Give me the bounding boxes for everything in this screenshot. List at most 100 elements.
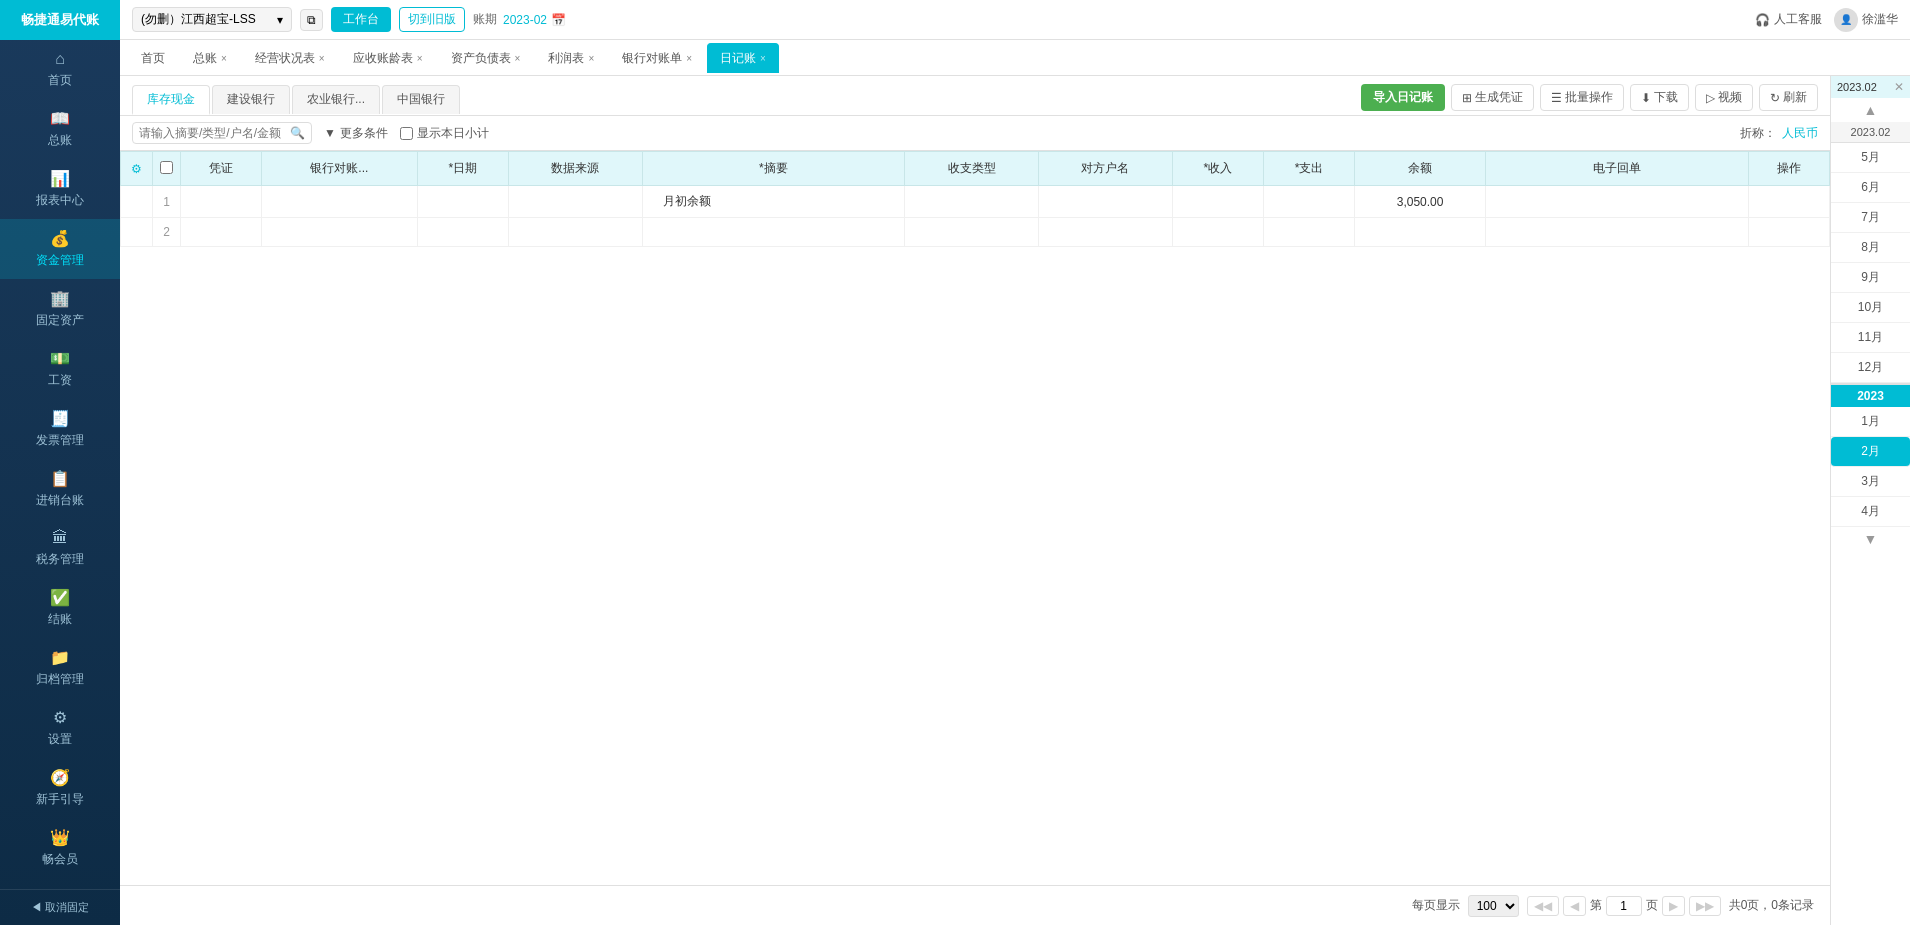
calendar-scroll-down[interactable]: ▼ — [1831, 527, 1910, 551]
sidebar-item-home[interactable]: ⌂ 首页 — [0, 40, 120, 99]
close-tab-status[interactable]: × — [319, 53, 325, 64]
generate-voucher-button[interactable]: ⊞ 生成凭证 — [1451, 84, 1534, 111]
calendar-scroll-up[interactable]: ▲ — [1831, 98, 1910, 122]
close-tab-profit[interactable]: × — [588, 53, 594, 64]
page-nav: ◀◀ ◀ 第 页 ▶ ▶▶ — [1527, 896, 1721, 916]
unpin-sidebar[interactable]: ◀ 取消固定 — [0, 889, 120, 925]
sidebar-item-ledger[interactable]: 📖 总账 — [0, 99, 120, 159]
calendar-icon: 📅 — [551, 13, 566, 27]
cal-month-9[interactable]: 9月 — [1831, 263, 1910, 293]
select-all-checkbox[interactable] — [160, 161, 173, 174]
sidebar-item-assets[interactable]: 🏢 固定资产 — [0, 279, 120, 339]
close-tab-assets[interactable]: × — [515, 53, 521, 64]
bank-tab-ccb[interactable]: 建设银行 — [212, 85, 290, 114]
sidebar-item-invoice[interactable]: 🧾 发票管理 — [0, 399, 120, 459]
cal-month-11[interactable]: 11月 — [1831, 323, 1910, 353]
switch-version-button[interactable]: 切到旧版 — [399, 7, 465, 32]
bank-tab-boc[interactable]: 中国银行 — [382, 85, 460, 114]
avatar: 👤 — [1834, 8, 1858, 32]
tab-diary[interactable]: 日记账 × — [707, 43, 779, 73]
sidebar-item-sales[interactable]: 📋 进销台账 — [0, 459, 120, 519]
page-number-input[interactable] — [1606, 896, 1642, 916]
close-tab-ledger[interactable]: × — [221, 53, 227, 64]
tab-assets[interactable]: 资产负债表 × — [438, 43, 534, 73]
close-calendar-icon[interactable]: ✕ — [1894, 80, 1904, 94]
cal-month-3[interactable]: 3月 — [1831, 467, 1910, 497]
pagination-bar: 每页显示 100 50 200 ◀◀ ◀ 第 页 ▶ ▶▶ 共0页，0条记录 — [120, 885, 1830, 925]
diary-table-container: ⚙ 凭证 银行对账... *日期 数据来源 *摘要 收支类型 对方户名 — [120, 151, 1830, 885]
tab-bankbook[interactable]: 银行对账单 × — [609, 43, 705, 73]
tab-status[interactable]: 经营状况表 × — [242, 43, 338, 73]
cal-month-4[interactable]: 4月 — [1831, 497, 1910, 527]
sidebar-item-settle[interactable]: ✅ 结账 — [0, 578, 120, 638]
tab-ledger[interactable]: 总账 × — [180, 43, 240, 73]
row-expense-cell — [1263, 186, 1354, 218]
first-page-button[interactable]: ◀◀ — [1527, 896, 1559, 916]
row-settings-cell — [121, 218, 153, 247]
sidebar-item-archive[interactable]: 📁 归档管理 — [0, 638, 120, 698]
tab-receivable[interactable]: 应收账龄表 × — [340, 43, 436, 73]
col-date: *日期 — [417, 152, 508, 186]
cal-month-5[interactable]: 5月 — [1831, 143, 1910, 173]
cal-month-7[interactable]: 7月 — [1831, 203, 1910, 233]
assets-icon: 🏢 — [50, 289, 70, 308]
show-daily-checkbox-label[interactable]: 显示本日小计 — [400, 125, 489, 142]
batch-operation-button[interactable]: ☰ 批量操作 — [1540, 84, 1624, 111]
sidebar-item-fund[interactable]: 💰 资金管理 — [0, 219, 120, 279]
cal-month-2[interactable]: 2月 — [1831, 437, 1910, 467]
archive-icon: 📁 — [50, 648, 70, 667]
sidebar-item-salary[interactable]: 💵 工资 — [0, 339, 120, 399]
user-menu[interactable]: 👤 徐滥华 — [1834, 8, 1898, 32]
cal-month-10[interactable]: 10月 — [1831, 293, 1910, 323]
col-bank-match: 银行对账... — [262, 152, 418, 186]
cal-month-6[interactable]: 6月 — [1831, 173, 1910, 203]
row-counterparty-cell — [1039, 218, 1173, 247]
diary-table: ⚙ 凭证 银行对账... *日期 数据来源 *摘要 收支类型 对方户名 — [120, 151, 1830, 247]
cal-year-divider: 2023 — [1831, 383, 1910, 407]
row-bank-match-cell — [262, 218, 418, 247]
col-checkbox[interactable] — [153, 152, 181, 186]
show-daily-checkbox[interactable] — [400, 127, 413, 140]
download-button[interactable]: ⬇ 下载 — [1630, 84, 1689, 111]
dropdown-arrow-icon: ▾ — [277, 13, 283, 27]
bank-tab-abc[interactable]: 农业银行... — [292, 85, 380, 114]
tab-home[interactable]: 首页 — [128, 43, 178, 73]
currency-display: 折称： 人民币 — [1740, 125, 1818, 142]
column-settings-icon[interactable]: ⚙ — [131, 162, 142, 176]
prev-page-button[interactable]: ◀ — [1563, 896, 1586, 916]
generate-icon: ⊞ — [1462, 91, 1472, 105]
workspace-button[interactable]: 工作台 — [331, 7, 391, 32]
invoice-icon: 🧾 — [50, 409, 70, 428]
video-button[interactable]: ▷ 视频 — [1695, 84, 1753, 111]
cal-month-1[interactable]: 1月 — [1831, 407, 1910, 437]
calendar-panel: 2023.02 ✕ ▲ 2023.02 5月 6月 7月 8月 9月 10月 — [1830, 76, 1910, 925]
bank-tab-cash[interactable]: 库存现金 — [132, 85, 210, 115]
headset-icon: 🎧 — [1755, 13, 1770, 27]
copy-button[interactable]: ⧉ — [300, 9, 323, 31]
sidebar-item-reports[interactable]: 📊 报表中心 — [0, 159, 120, 219]
search-input[interactable] — [139, 126, 286, 140]
sidebar-item-settings[interactable]: ⚙ 设置 — [0, 698, 120, 758]
topbar-right: 🎧 人工客服 👤 徐滥华 — [1755, 8, 1898, 32]
last-page-button[interactable]: ▶▶ — [1689, 896, 1721, 916]
cal-month-12[interactable]: 12月 — [1831, 353, 1910, 383]
page-size-select[interactable]: 100 50 200 — [1468, 895, 1519, 917]
app-logo: 畅捷通易代账 — [0, 0, 120, 40]
close-tab-receivable[interactable]: × — [417, 53, 423, 64]
refresh-button[interactable]: ↻ 刷新 — [1759, 84, 1818, 111]
col-settings[interactable]: ⚙ — [121, 152, 153, 186]
human-service-button[interactable]: 🎧 人工客服 — [1755, 11, 1822, 28]
sidebar-item-guide[interactable]: 🧭 新手引导 — [0, 758, 120, 818]
next-page-button[interactable]: ▶ — [1662, 896, 1685, 916]
row-expense-cell — [1263, 218, 1354, 247]
company-selector[interactable]: (勿删）江西超宝-LSS ▾ — [132, 7, 292, 32]
close-tab-diary[interactable]: × — [760, 53, 766, 64]
sidebar-item-member[interactable]: 👑 畅会员 — [0, 818, 120, 878]
tab-profit[interactable]: 利润表 × — [535, 43, 607, 73]
cal-month-8[interactable]: 8月 — [1831, 233, 1910, 263]
filter-button[interactable]: ▼ 更多条件 — [324, 125, 388, 142]
sidebar-item-tax[interactable]: 🏛 税务管理 — [0, 519, 120, 578]
col-counterparty: 对方户名 — [1039, 152, 1173, 186]
close-tab-bankbook[interactable]: × — [686, 53, 692, 64]
import-diary-button[interactable]: 导入日记账 — [1361, 84, 1445, 111]
